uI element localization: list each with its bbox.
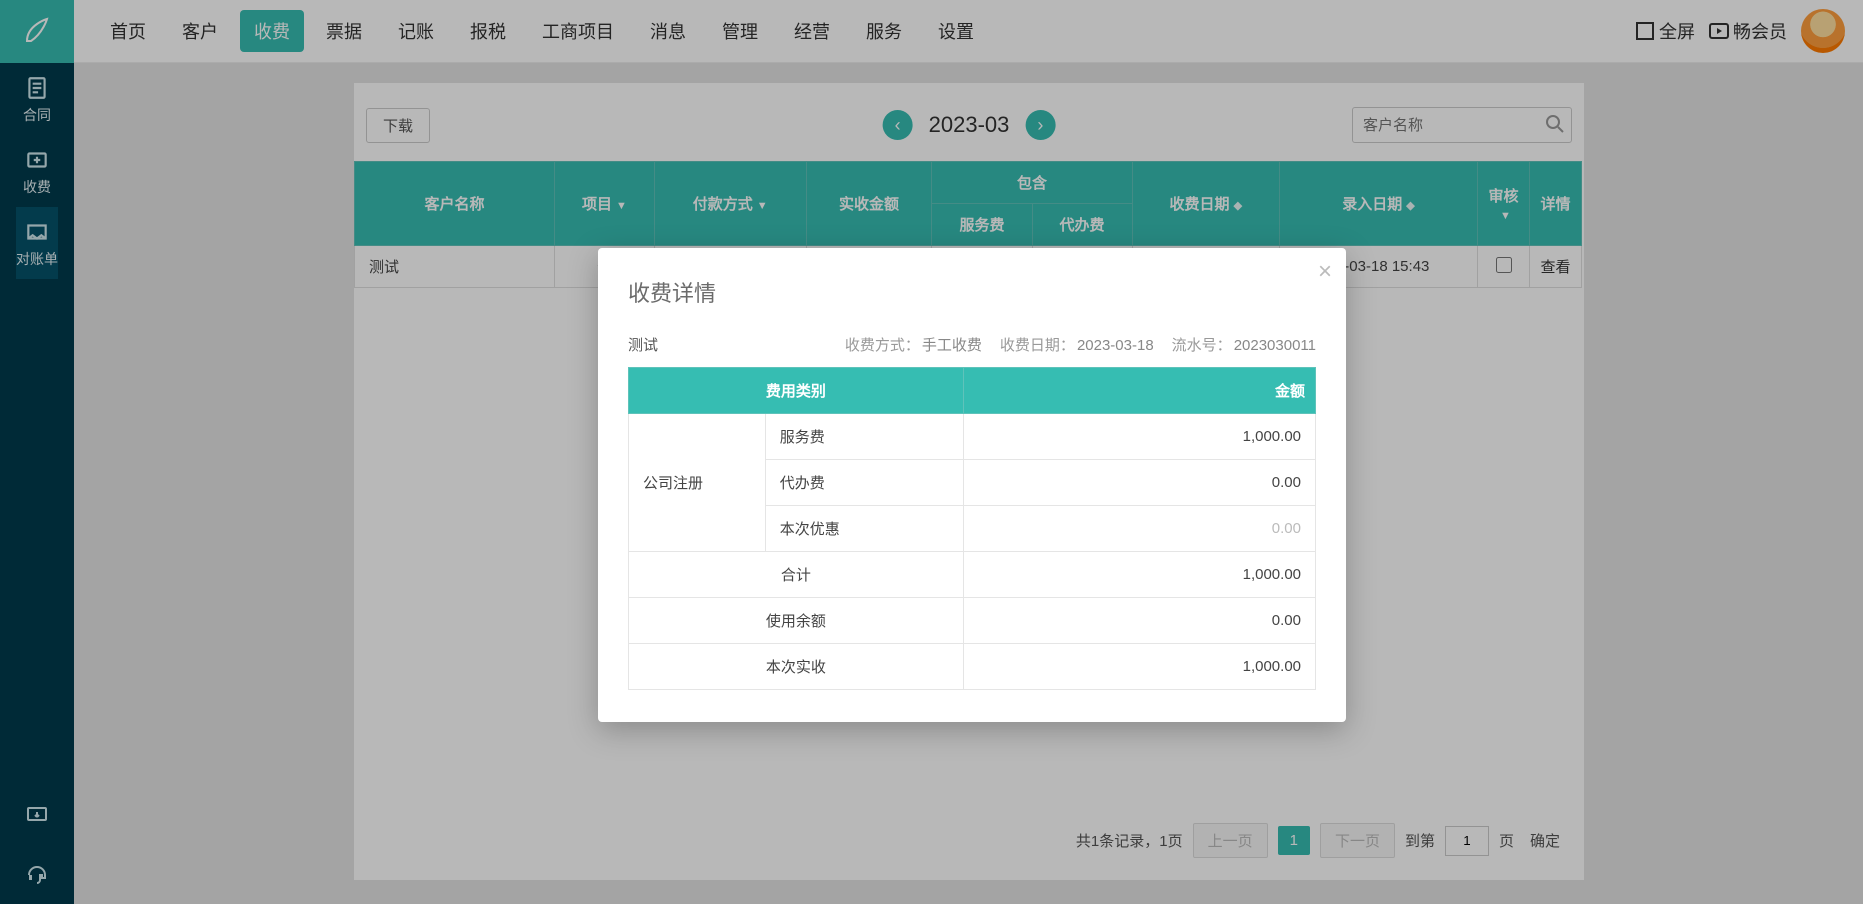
summary-amount: 1,000.00 — [963, 552, 1315, 598]
serial-value: 2023030011 — [1234, 337, 1316, 354]
summary-amount: 0.00 — [963, 598, 1315, 644]
detail-row: 公司注册服务费1,000.00 — [629, 414, 1316, 460]
summary-row: 合计1,000.00 — [629, 552, 1316, 598]
summary-row: 使用余额0.00 — [629, 598, 1316, 644]
serial-label: 流水号： — [1172, 337, 1232, 354]
detail-label: 本次优惠 — [765, 506, 963, 552]
detail-table: 费用类别 金额 公司注册服务费1,000.00代办费0.00本次优惠0.00合计… — [628, 367, 1316, 690]
summary-label: 合计 — [629, 552, 964, 598]
detail-amount: 0.00 — [963, 506, 1315, 552]
summary-label: 使用余额 — [629, 598, 964, 644]
summary-amount: 1,000.00 — [963, 644, 1315, 690]
close-icon[interactable]: × — [1318, 258, 1332, 286]
modal-customer: 测试 — [628, 334, 658, 355]
method-value: 手工收费 — [922, 337, 982, 354]
detail-amount: 1,000.00 — [963, 414, 1315, 460]
modal-title: 收费详情 — [628, 276, 1316, 308]
date-value: 2023-03-18 — [1077, 337, 1154, 354]
detail-label: 代办费 — [765, 460, 963, 506]
detail-label: 服务费 — [765, 414, 963, 460]
detail-group: 公司注册 — [629, 414, 766, 552]
fee-detail-modal: × 收费详情 测试 收费方式：手工收费 收费日期：2023-03-18 流水号：… — [598, 248, 1346, 722]
date-label: 收费日期： — [1000, 337, 1075, 354]
th-category: 费用类别 — [629, 368, 964, 414]
detail-amount: 0.00 — [963, 460, 1315, 506]
modal-meta: 测试 收费方式：手工收费 收费日期：2023-03-18 流水号：2023030… — [628, 334, 1316, 355]
method-label: 收费方式： — [845, 337, 920, 354]
summary-row: 本次实收1,000.00 — [629, 644, 1316, 690]
summary-label: 本次实收 — [629, 644, 964, 690]
th-amount: 金额 — [963, 368, 1315, 414]
